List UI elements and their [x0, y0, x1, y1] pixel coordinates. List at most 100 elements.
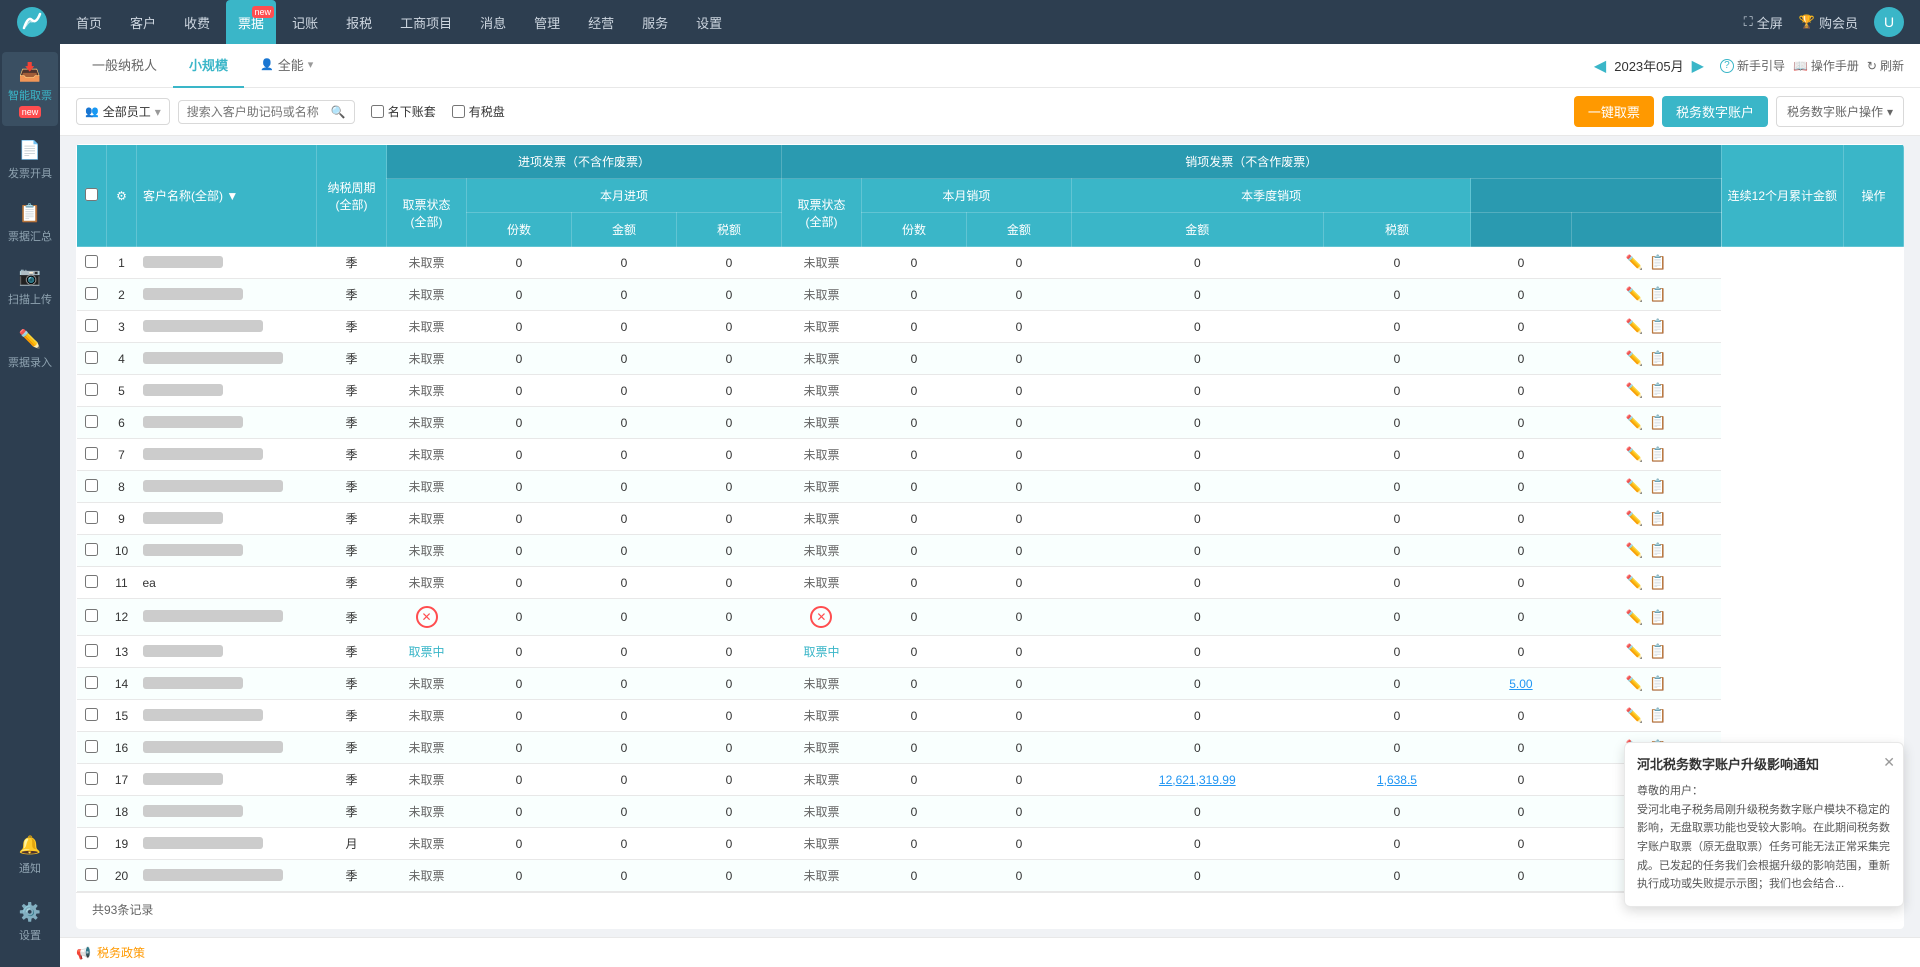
copy-icon[interactable]: 📋	[1649, 574, 1666, 591]
search-input[interactable]	[187, 105, 327, 119]
nav-fee[interactable]: 收费	[172, 0, 222, 44]
row-checkbox[interactable]	[85, 868, 98, 881]
copy-icon[interactable]: 📋	[1649, 350, 1666, 367]
edit-icon[interactable]: ✏️	[1626, 446, 1643, 463]
row-checkbox[interactable]	[85, 676, 98, 689]
subnav-small-scale[interactable]: 小规模	[173, 44, 244, 88]
row-checkbox[interactable]	[85, 447, 98, 460]
nav-bookkeeping[interactable]: 记账	[280, 0, 330, 44]
row-checkbox[interactable]	[85, 255, 98, 268]
copy-icon[interactable]: 📋	[1649, 414, 1666, 431]
tax-account-button[interactable]: 税务数字账户	[1662, 96, 1768, 127]
edit-icon[interactable]: ✏️	[1626, 286, 1643, 303]
copy-icon[interactable]: 📋	[1649, 643, 1666, 660]
nav-message[interactable]: 消息	[468, 0, 518, 44]
copy-icon[interactable]: 📋	[1649, 286, 1666, 303]
action-cell: ✏️ 📋	[1571, 247, 1721, 279]
sidebar-item-invoice-summary[interactable]: 📋 票据汇总	[2, 193, 58, 252]
copy-icon[interactable]: 📋	[1649, 254, 1666, 271]
row-checkbox[interactable]	[85, 708, 98, 721]
employee-select[interactable]: 👥 全部员工 ▾	[76, 98, 170, 125]
row-checkbox[interactable]	[85, 351, 98, 364]
edit-icon[interactable]: ✏️	[1626, 510, 1643, 527]
check-ledger-checkbox[interactable]	[371, 105, 384, 118]
nav-operation[interactable]: 经营	[576, 0, 626, 44]
copy-icon[interactable]: 📋	[1649, 675, 1666, 692]
copy-icon[interactable]: 📋	[1649, 478, 1666, 495]
row-checkbox[interactable]	[85, 804, 98, 817]
row-checkbox[interactable]	[85, 543, 98, 556]
edit-icon[interactable]: ✏️	[1626, 574, 1643, 591]
sidebar-item-scan-upload[interactable]: 📷 扫描上传	[2, 256, 58, 315]
manual-button[interactable]: 📖 操作手册	[1793, 57, 1859, 74]
nav-invoice[interactable]: 票据 new	[226, 0, 276, 44]
subnav-all[interactable]: 👤 全能 ▾	[244, 44, 329, 88]
check-ledger-label[interactable]: 名下账套	[371, 103, 436, 120]
check-tax-label[interactable]: 有税盘	[452, 103, 505, 120]
copy-icon[interactable]: 📋	[1649, 707, 1666, 724]
new-guide-button[interactable]: ? 新手引导	[1720, 57, 1785, 74]
sidebar-item-notification[interactable]: 🔔 通知	[2, 825, 58, 884]
check-tax-checkbox[interactable]	[452, 105, 465, 118]
copy-icon[interactable]: 📋	[1649, 510, 1666, 527]
nav-service[interactable]: 服务	[630, 0, 680, 44]
row-checkbox[interactable]	[85, 772, 98, 785]
row-checkbox[interactable]	[85, 415, 98, 428]
out-count: 0	[861, 636, 966, 668]
row-checkbox[interactable]	[85, 740, 98, 753]
edit-icon[interactable]: ✏️	[1626, 414, 1643, 431]
edit-icon[interactable]: ✏️	[1626, 478, 1643, 495]
nav-manage[interactable]: 管理	[522, 0, 572, 44]
row-checkbox[interactable]	[85, 575, 98, 588]
row-checkbox[interactable]	[85, 511, 98, 524]
quarter-tax-value[interactable]: 1,638.5	[1377, 773, 1417, 787]
member-button[interactable]: 🏆 购会员	[1799, 13, 1858, 32]
nav-customer[interactable]: 客户	[118, 0, 168, 44]
edit-icon[interactable]: ✏️	[1626, 542, 1643, 559]
row-checkbox[interactable]	[85, 836, 98, 849]
sidebar-item-settings[interactable]: ⚙️ 设置	[2, 892, 58, 951]
copy-icon[interactable]: 📋	[1649, 542, 1666, 559]
row-checkbox[interactable]	[85, 609, 98, 622]
edit-icon[interactable]: ✏️	[1626, 609, 1643, 626]
sidebar-item-invoice-entry[interactable]: ✏️ 票据录入	[2, 319, 58, 378]
copy-icon[interactable]: 📋	[1649, 382, 1666, 399]
nav-settings[interactable]: 设置	[684, 0, 734, 44]
subnav-general-taxpayer[interactable]: 一般纳税人	[76, 44, 173, 88]
nav-tax[interactable]: 报税	[334, 0, 384, 44]
quarter-amount-value[interactable]: 12,621,319.99	[1159, 773, 1236, 787]
copy-icon[interactable]: 📋	[1649, 318, 1666, 335]
fullscreen-button[interactable]: ⛶ 全屏	[1744, 13, 1783, 32]
next-month-arrow[interactable]: ▶	[1692, 56, 1704, 76]
cumulative-cell: 0	[1471, 311, 1571, 343]
row-checkbox[interactable]	[85, 319, 98, 332]
edit-icon[interactable]: ✏️	[1626, 643, 1643, 660]
bottom-bar[interactable]: 📢 税务政策	[60, 937, 1920, 967]
notification-close-button[interactable]: ✕	[1883, 751, 1895, 773]
cumulative-value-highlight[interactable]: 5.00	[1509, 677, 1532, 691]
table-settings-icon[interactable]: ⚙	[116, 189, 127, 203]
user-avatar[interactable]: U	[1874, 7, 1904, 37]
sidebar-item-invoice-issue[interactable]: 📄 发票开具	[2, 130, 58, 189]
select-all-checkbox[interactable]	[85, 188, 98, 201]
row-checkbox[interactable]	[85, 287, 98, 300]
row-checkbox[interactable]	[85, 383, 98, 396]
edit-icon[interactable]: ✏️	[1626, 707, 1643, 724]
sidebar-item-intelligent-invoice[interactable]: 📥 智能取票 new	[2, 52, 58, 126]
search-icon[interactable]: 🔍	[331, 105, 346, 119]
row-checkbox[interactable]	[85, 479, 98, 492]
nav-business[interactable]: 工商项目	[388, 0, 464, 44]
edit-icon[interactable]: ✏️	[1626, 382, 1643, 399]
edit-icon[interactable]: ✏️	[1626, 350, 1643, 367]
nav-home[interactable]: 首页	[64, 0, 114, 44]
one-click-invoice-button[interactable]: 一键取票	[1574, 96, 1654, 127]
edit-icon[interactable]: ✏️	[1626, 675, 1643, 692]
copy-icon[interactable]: 📋	[1649, 609, 1666, 626]
edit-icon[interactable]: ✏️	[1626, 254, 1643, 271]
edit-icon[interactable]: ✏️	[1626, 318, 1643, 335]
prev-month-arrow[interactable]: ◀	[1594, 56, 1606, 76]
refresh-button[interactable]: ↻ 刷新	[1867, 57, 1904, 74]
copy-icon[interactable]: 📋	[1649, 446, 1666, 463]
tax-account-ops-button[interactable]: 税务数字账户操作 ▾	[1776, 96, 1904, 127]
row-checkbox[interactable]	[85, 644, 98, 657]
